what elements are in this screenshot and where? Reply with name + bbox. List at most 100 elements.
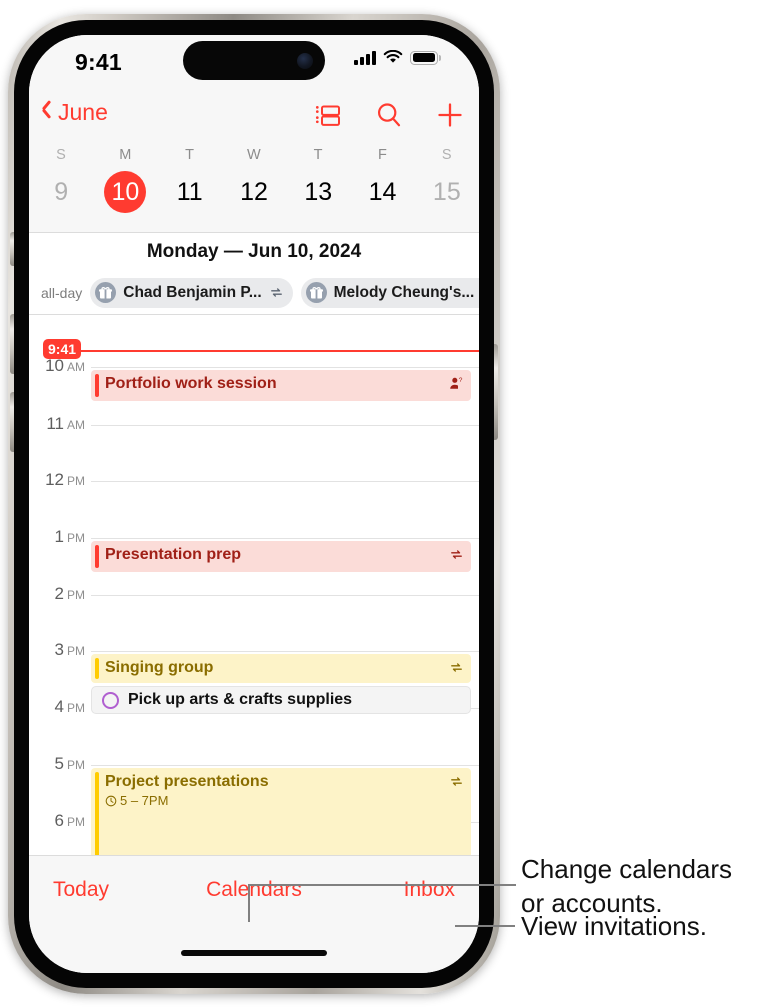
all-day-event[interactable]: Melody Cheung's... bbox=[300, 277, 479, 308]
reminder-checkbox-icon[interactable] bbox=[102, 691, 119, 709]
current-time-indicator: 9:41 bbox=[43, 339, 479, 360]
hour-label: 11 AM bbox=[46, 414, 85, 433]
hour-label: 6 PM bbox=[54, 811, 85, 830]
time-grid[interactable]: 10AM11AM12PM1PM2PM3PM4PM5PM6PM7PM Portfo… bbox=[29, 315, 479, 855]
chevron-left-icon bbox=[42, 103, 53, 122]
event-title: Project presentations bbox=[105, 773, 269, 790]
event-color-bar bbox=[95, 545, 99, 568]
reminder-title: Pick up arts & crafts supplies bbox=[128, 691, 353, 708]
all-day-event-title: Melody Cheung's... bbox=[333, 283, 475, 301]
event-color-bar bbox=[95, 374, 99, 397]
week-day-10[interactable]: M 10 bbox=[93, 141, 157, 213]
add-event-icon[interactable] bbox=[435, 100, 465, 130]
status-bar-indicators bbox=[354, 50, 441, 65]
week-day-name: M bbox=[119, 147, 132, 163]
week-day-number: 12 bbox=[240, 177, 268, 206]
calendar-event[interactable]: Singing group bbox=[91, 654, 471, 683]
hour-label: 1 PM bbox=[54, 527, 85, 546]
week-day-15[interactable]: S 15 bbox=[415, 141, 479, 213]
week-day-number: 11 bbox=[176, 177, 203, 206]
callout-leader-calendars-vertical bbox=[248, 884, 250, 922]
week-day-name: S bbox=[441, 147, 452, 163]
hour-line-12PM: 12 PM bbox=[29, 470, 479, 489]
hour-line-10AM: 10 AM bbox=[29, 356, 479, 375]
repeat-icon bbox=[269, 285, 284, 300]
gift-icon bbox=[305, 282, 327, 303]
calendar-event[interactable]: Portfolio work session ? bbox=[91, 370, 471, 401]
week-day-name: S bbox=[56, 147, 67, 163]
cellular-signal-icon bbox=[354, 50, 376, 65]
week-days-row: S 9 M 10 T 11 W 12 T 13 F 14 S 15 bbox=[29, 141, 479, 213]
hour-label: 4 PM bbox=[54, 697, 85, 716]
hour-label: 3 PM bbox=[54, 640, 85, 659]
all-day-label: all-day bbox=[41, 284, 83, 301]
week-day-name: F bbox=[377, 147, 388, 163]
week-day-number: 15 bbox=[432, 177, 461, 206]
repeat-icon bbox=[449, 774, 464, 789]
today-tab[interactable]: Today bbox=[53, 878, 187, 902]
week-day-name: T bbox=[185, 147, 195, 163]
repeat-icon bbox=[449, 660, 464, 675]
all-day-event[interactable]: Chad Benjamin P... bbox=[90, 277, 293, 308]
event-title: Presentation prep bbox=[105, 546, 242, 563]
day-header: Monday — Jun 10, 2024 bbox=[29, 233, 479, 271]
reminder-item[interactable]: Pick up arts & crafts supplies bbox=[91, 686, 471, 714]
tab-bar: Today Calendars Inbox bbox=[29, 855, 479, 973]
front-camera-icon bbox=[297, 52, 313, 69]
back-button-label: June bbox=[58, 99, 108, 125]
week-day-9[interactable]: S9 bbox=[29, 141, 93, 213]
hour-label: 12 PM bbox=[45, 470, 85, 489]
status-bar-time: 9:41 bbox=[75, 49, 122, 75]
hour-label: 2 PM bbox=[54, 584, 85, 603]
event-color-bar bbox=[95, 772, 99, 855]
person-question-icon: ? bbox=[449, 376, 464, 391]
callout-calendars-text: Change calendars or accounts. bbox=[521, 854, 733, 918]
current-time-label: 9:41 bbox=[43, 339, 82, 360]
phone-bezel: 9:41 June S 9 M 10 T 11 W 12 T 13 F 14 S… bbox=[14, 20, 494, 988]
hour-line-5PM: 5 PM bbox=[29, 754, 479, 773]
week-day-number: 10 bbox=[93, 171, 157, 213]
callout-leader-inbox bbox=[455, 925, 515, 927]
hour-label: 5 PM bbox=[54, 754, 85, 773]
all-day-events: Chad Benjamin P... Melody Cheung's... bbox=[90, 277, 479, 308]
week-day-11[interactable]: T 11 bbox=[158, 141, 222, 213]
search-icon[interactable] bbox=[374, 100, 404, 130]
svg-text:?: ? bbox=[459, 377, 463, 384]
clock-icon bbox=[105, 795, 117, 806]
event-title: Singing group bbox=[105, 659, 214, 676]
phone-screen: 9:41 June S 9 M 10 T 11 W 12 T 13 F 14 S… bbox=[29, 35, 479, 973]
week-day-14[interactable]: F 14 bbox=[350, 141, 414, 213]
back-to-month-button[interactable]: June bbox=[42, 99, 108, 126]
iphone-frame: 9:41 June S 9 M 10 T 11 W 12 T 13 F 14 S… bbox=[8, 14, 500, 994]
hour-line-1PM: 1 PM bbox=[29, 527, 479, 546]
tab-bar-buttons: Today Calendars Inbox bbox=[29, 856, 479, 924]
hour-line-11AM: 11 AM bbox=[29, 414, 479, 433]
battery-icon bbox=[410, 50, 441, 65]
callout-inbox: View invitations. bbox=[521, 910, 707, 943]
hour-line-3PM: 3 PM bbox=[29, 640, 479, 659]
week-day-12[interactable]: W 12 bbox=[222, 141, 286, 213]
inbox-tab[interactable]: Inbox bbox=[321, 878, 455, 902]
week-day-name: W bbox=[246, 147, 261, 163]
calendar-event[interactable]: Presentation prep bbox=[91, 541, 471, 572]
screenshot-root: 9:41 June S 9 M 10 T 11 W 12 T 13 F 14 S… bbox=[0, 0, 770, 1008]
event-time: 5 – 7PM bbox=[91, 792, 471, 808]
calendar-event[interactable]: Project presentations 5 – 7PM bbox=[91, 768, 471, 855]
week-day-number: 9 bbox=[54, 177, 69, 206]
callout-calendars: Change calendars or accounts. bbox=[521, 820, 732, 920]
wifi-icon bbox=[383, 50, 403, 63]
week-day-13[interactable]: T 13 bbox=[286, 141, 350, 213]
all-day-row: all-day Chad Benjamin P... Melody Cheung… bbox=[29, 271, 479, 315]
dynamic-island bbox=[183, 41, 325, 80]
week-day-name: T bbox=[313, 147, 323, 163]
callout-leader-calendars-horizontal bbox=[248, 884, 516, 886]
event-title: Portfolio work session bbox=[105, 375, 277, 392]
status-bar: 9:41 bbox=[29, 35, 479, 93]
day-list-view-icon[interactable] bbox=[313, 100, 343, 130]
repeat-icon bbox=[449, 547, 464, 562]
calendars-tab[interactable]: Calendars bbox=[187, 878, 321, 902]
home-indicator[interactable] bbox=[181, 950, 327, 956]
hour-line-2PM: 2 PM bbox=[29, 584, 479, 603]
gift-icon bbox=[95, 282, 117, 303]
week-strip: S 9 M 10 T 11 W 12 T 13 F 14 S 15 bbox=[29, 141, 479, 233]
